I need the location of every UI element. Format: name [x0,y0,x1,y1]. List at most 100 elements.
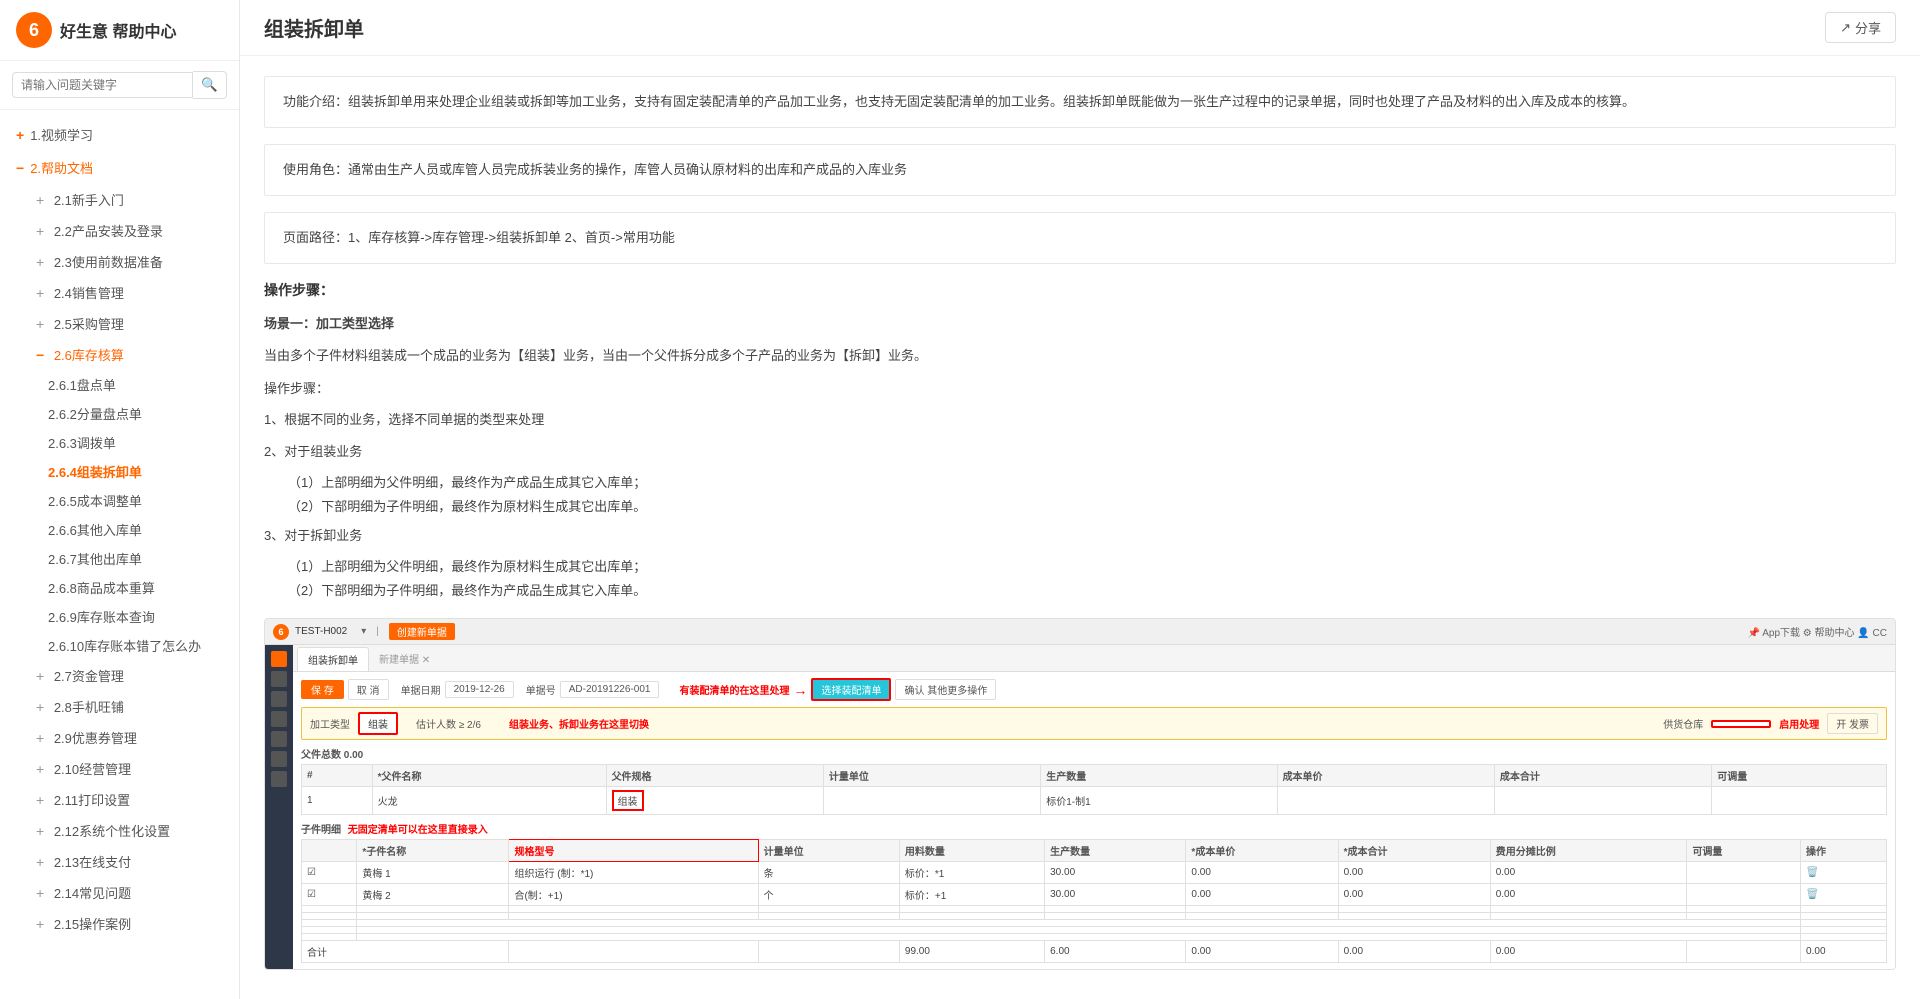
sidebar-item-2-3[interactable]: + 2.3使用前数据准备 [0,246,239,277]
sim-lower-cell-check7 [302,934,357,941]
sim-dropdown: ▾ [361,626,366,637]
share-button[interactable]: ↗ 分享 [1825,12,1896,43]
sidebar-item-2-10[interactable]: + 2.10经营管理 [0,753,239,784]
sidebar-item-2-5[interactable]: + 2.5采购管理 [0,308,239,339]
sim-rows-label: 估计人数 ≥ 2/6 [416,716,481,731]
sidebar-item-2-1[interactable]: + 2.1新手入门 [0,184,239,215]
sim-lower-cell-sku4 [1045,913,1186,920]
search-input[interactable] [12,72,193,98]
sim-lower-th-name: *子件名称 [357,840,509,862]
sim-lower-cell-tcost3 [1338,906,1490,913]
steps-label: 操作步骤： [264,377,1896,400]
sidebar-item-2-6-2[interactable]: 2.6.2分量盘点单 [0,399,239,428]
sim-upper-cell-name: 火龙 [372,787,606,815]
sim-lower-cell-qty4 [899,913,1044,920]
collapse-icon: − [16,160,24,176]
sim-qiyong-label: 供货仓库 [1663,716,1703,731]
sidebar-item-docs[interactable]: − 2.帮助文档 [0,151,239,184]
sim-lower-cell-check3 [302,906,357,913]
sidebar-item-2-15[interactable]: + 2.15操作案例 [0,908,239,939]
sim-wrapper: 6 TEST-H002 ▾ | 创建新单据 📌 App下载 ⚙ 帮助中心 👤 C… [265,619,1895,969]
sidebar-item-2-6-10[interactable]: 2.6.10库存账本错了怎么办 [0,631,239,660]
sim-lower-cell-cost3 [1186,906,1338,913]
sim-lower-cell-spec3 [509,906,758,913]
operation-steps-label: 操作步骤： [264,280,1896,300]
sidebar-item-2-6-8[interactable]: 2.6.8商品成本重算 [0,573,239,602]
sim-lower-table: *子件名称 规格型号 计量单位 用料数量 生产数量 *成本单价 *成本合计 费用… [301,839,1887,963]
sim-lower-cell-qty3 [899,906,1044,913]
sim-icons: 📌 App下载 ⚙ 帮助中心 👤 CC [1748,624,1887,639]
sim-lower-cell-empty5 [357,920,1801,927]
sim-icon7 [271,771,287,787]
sim-icon1 [271,651,287,667]
sim-lower-cell-check2: ☑ [302,884,357,906]
sim-upper-th-cost: 成本单价 [1277,765,1494,787]
sidebar-item-2-6-7[interactable]: 2.6.7其他出库单 [0,544,239,573]
sidebar-item-2-4[interactable]: + 2.4销售管理 [0,277,239,308]
sim-new-order: 创建新单据 [389,623,455,640]
sim-upper-table-label: 父件总数 0.00 [301,746,1887,761]
sidebar-item-2-6-3[interactable]: 2.6.3调拨单 [0,428,239,457]
sidebar-item-2-7[interactable]: + 2.7资金管理 [0,660,239,691]
sim-upper-cell-totalcost [1494,787,1711,815]
sim-lower-cell-status2 [1687,884,1801,906]
step2-sub2: （2）下部明细为子件明细，最终作为原材料生成其它出库单。 [264,495,1896,518]
sim-tab-active: 组装拆卸单 [297,647,369,671]
sim-lower-th-spec: 规格型号 [509,840,758,862]
sim-lower-cell-cost1: 0.00 [1186,862,1338,884]
sim-lower-cell-unit1: 条 [758,862,899,884]
sim-lower-th-tcost: *成本合计 [1338,840,1490,862]
sidebar-item-2-2[interactable]: + 2.2产品安装及登录 [0,215,239,246]
sim-danhao-label: 单据号 [526,682,556,697]
annotation3-text: 组装业务、拆卸业务在这里切换 [509,716,649,731]
sidebar-item-2-11[interactable]: + 2.11打印设置 [0,784,239,815]
function-intro-text: 功能介绍：组装拆卸单用来处理企业组装或拆卸等加工业务，支持有固定装配清单的产品加… [283,94,1635,109]
sim-lower-cell-status3 [1687,906,1801,913]
scene1-title: 场景一：加工类型选择 [264,312,1896,335]
share-icon: ↗ [1840,20,1851,36]
sim-lower-table-label: 子件明细 无固定清单可以在这里直接录入 [301,821,1887,836]
search-area: 🔍 [0,61,239,110]
sidebar-item-video[interactable]: + 1.视频学习 [0,118,239,151]
sim-logo: 6 [273,624,289,640]
sim-upper-cell-qty: 标价1-制1 [1041,787,1277,815]
sim-lower-cell-cost2: 0.00 [1186,884,1338,906]
sim-lower-cell-qty2: 标价：+1 [899,884,1044,906]
sim-lower-footer-label: 合计 [302,941,509,963]
sidebar-item-2-8[interactable]: + 2.8手机旺铺 [0,691,239,722]
sim-date-label: 单据日期 [401,682,441,697]
sim-upper-header-row: # *父件名称 父件规格 计量单位 生产数量 成本单价 成本合计 可调量 [302,765,1887,787]
sim-lower-tbody: ☑ 黄梅 1 组织运行 (制：*1) 条 标价：*1 30.00 0.00 0.… [302,862,1887,941]
sidebar-item-2-6-9[interactable]: 2.6.9库存账本查询 [0,602,239,631]
sim-upper-th-avail: 可调量 [1712,765,1887,787]
sim-upper-row1: 1 火龙 组装 标价1-制1 [302,787,1887,815]
sidebar-item-2-12[interactable]: + 2.12系统个性化设置 [0,815,239,846]
sim-danhao-val: AD-20191226-001 [560,681,660,698]
sim-upper-cell-spec: 组装 [606,787,823,815]
sim-lower-cell-status1 [1687,862,1801,884]
sidebar-item-2-6-6[interactable]: 2.6.6其他入库单 [0,515,239,544]
sim-tabs: 组装拆卸单 新建单据 ✕ [293,645,1895,672]
sim-type-label: 加工类型 [310,716,350,731]
sidebar-item-2-6-1[interactable]: 2.6.1盘点单 [0,370,239,399]
sim-lower-cell-avail2: 0.00 [1490,884,1687,906]
sidebar-item-2-6-5[interactable]: 2.6.5成本调整单 [0,486,239,515]
sim-lower-th-action: 操作 [1801,840,1887,862]
sim-lower-footer-empty2 [758,941,899,963]
step2-sub1: （1）上部明细为父件明细，最终作为产成品生成其它入库单； [264,471,1896,494]
sim-lower-cell-name1: 黄梅 1 [357,862,509,884]
sidebar-item-2-13[interactable]: + 2.13在线支付 [0,846,239,877]
sim-lower-cell-unit4 [758,913,899,920]
sidebar-item-2-9[interactable]: + 2.9优惠券管理 [0,722,239,753]
sim-upper-cell-seq: 1 [302,787,373,815]
sim-lower-row6 [302,927,1887,934]
sidebar-item-2-14[interactable]: + 2.14常见问题 [0,877,239,908]
sim-lower-cell-check1: ☑ [302,862,357,884]
sidebar-item-2-6-4[interactable]: 2.6.4组装拆卸单 [0,457,239,486]
sim-save-btn: 保 存 [301,680,344,699]
sim-lower-th-cost: *成本单价 [1186,840,1338,862]
sidebar-item-2-6[interactable]: − 2.6库存核算 [0,339,239,370]
sim-toolbar-row: 保 存 取 消 单据日期 2019-12-26 单据号 AD-20191226-… [301,678,1887,701]
search-button[interactable]: 🔍 [193,71,227,99]
sim-cancel-btn: 取 消 [348,679,389,700]
